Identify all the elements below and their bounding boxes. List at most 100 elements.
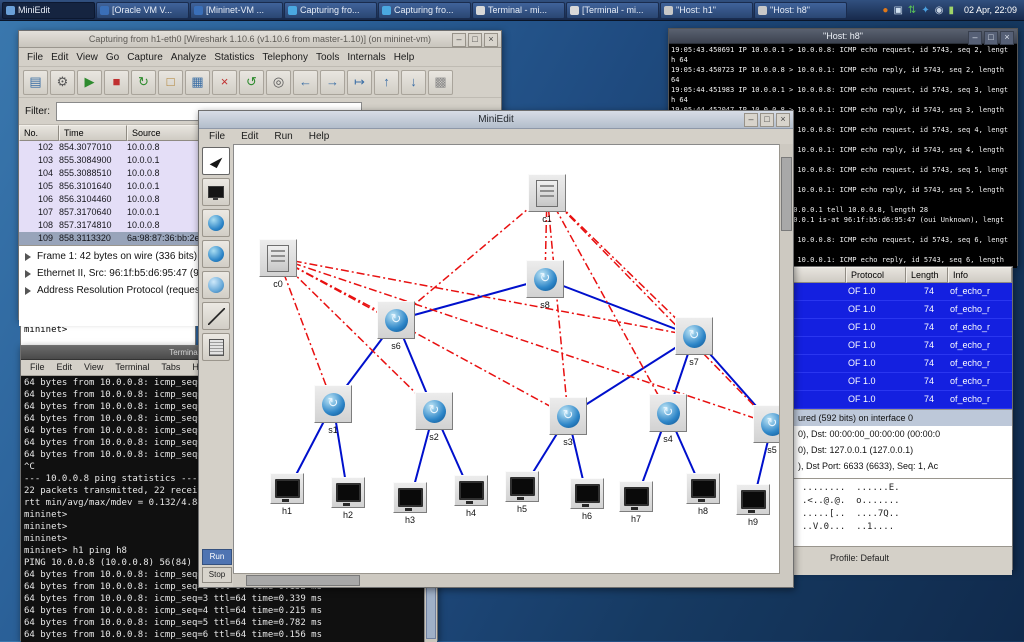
link-s8-s7[interactable] <box>544 278 695 337</box>
of-packet-row[interactable]: OF 1.0 74 of_echo_r <box>764 337 1012 355</box>
node-h4[interactable]: h4 <box>452 475 490 518</box>
menu-view[interactable]: View <box>78 360 109 375</box>
power-icon[interactable]: ▮ <box>948 5 954 16</box>
menu-terminal[interactable]: Terminal <box>109 360 155 375</box>
menu-edit[interactable]: Edit <box>233 129 266 145</box>
stop-capture-icon[interactable]: ■ <box>104 69 129 95</box>
node-c1[interactable]: c1 <box>528 174 566 224</box>
menu-internals[interactable]: Internals <box>343 49 389 66</box>
taskbar-item[interactable]: [Mininet-VM ... <box>190 1 283 19</box>
link-c1-s5[interactable] <box>546 192 773 425</box>
menu-file[interactable]: File <box>201 129 233 145</box>
topology-canvas[interactable]: c0 c1 s8 s6 s7 s1 s2 s3 s4 s5 h1 h2 h3 h4 h5 h6 h7 h8 h9 <box>233 144 782 574</box>
node-h1[interactable]: h1 <box>268 473 306 516</box>
menu-view[interactable]: View <box>72 49 102 66</box>
link-c0-s7[interactable] <box>277 257 695 337</box>
of-packet-row[interactable]: OF 1.0 74 of_echo_r <box>764 301 1012 319</box>
link-c1-s6[interactable] <box>395 192 548 321</box>
taskbar-item[interactable]: [Oracle VM V... <box>96 1 189 19</box>
save-file-icon[interactable]: ▦ <box>185 69 210 95</box>
column-header-info[interactable]: Info <box>948 267 1012 283</box>
bottom-icon[interactable]: ↓ <box>401 69 426 95</box>
close-file-icon[interactable]: × <box>212 69 237 95</box>
scrollbar-thumb[interactable] <box>781 157 792 231</box>
taskbar-item[interactable]: Capturing fro... <box>284 1 377 19</box>
taskbar-item[interactable]: Capturing fro... <box>378 1 471 19</box>
minimize-button[interactable]: – <box>968 31 982 45</box>
of-packet-row[interactable]: OF 1.0 74 of_echo_r <box>764 391 1012 409</box>
node-s2[interactable]: s2 <box>415 392 453 442</box>
link-c1-s7[interactable] <box>546 192 695 337</box>
netlink-tool[interactable] <box>202 302 230 330</box>
wireshark-titlebar[interactable]: Capturing from h1-eth0 [Wireshark 1.10.6… <box>19 31 501 48</box>
node-s3[interactable]: s3 <box>549 397 587 447</box>
node-h2[interactable]: h2 <box>329 477 367 520</box>
node-s6[interactable]: s6 <box>377 301 415 351</box>
menu-help[interactable]: Help <box>390 49 419 66</box>
of-detail-line[interactable]: ), Dst Port: 6633 (6633), Seq: 1, Ac <box>764 458 1012 474</box>
link-s6-s8[interactable] <box>395 278 546 321</box>
node-s8[interactable]: s8 <box>526 260 564 310</box>
capture-options-icon[interactable]: ⚙ <box>50 69 75 95</box>
start-capture-icon[interactable]: ▶ <box>77 69 102 95</box>
node-h6[interactable]: h6 <box>568 478 606 521</box>
maximize-button[interactable]: □ <box>468 33 482 47</box>
node-s7[interactable]: s7 <box>675 317 713 367</box>
column-header-protocol[interactable]: Protocol <box>846 267 906 283</box>
goto-icon[interactable]: ↦ <box>347 69 372 95</box>
list-interfaces-icon[interactable]: ▤ <box>23 69 48 95</box>
column-header-no[interactable]: No. <box>19 125 59 141</box>
display-icon[interactable]: ▣ <box>893 5 902 16</box>
menu-tabs[interactable]: Tabs <box>155 360 186 375</box>
network-icon[interactable]: ⇅ <box>908 5 916 16</box>
node-s4[interactable]: s4 <box>649 394 687 444</box>
host-h8-titlebar[interactable]: "Host: h8" – □ × <box>669 29 1017 45</box>
of-detail-line[interactable]: 0), Dst: 00:00:00_00:00:00 (00:00:0 <box>764 426 1012 442</box>
forward-icon[interactable]: → <box>320 69 345 95</box>
close-button[interactable]: × <box>776 113 790 127</box>
legacy-switch-tool[interactable] <box>202 240 230 268</box>
menu-run[interactable]: Run <box>266 129 300 145</box>
of-packet-row[interactable]: OF 1.0 74 of_echo_r <box>764 319 1012 337</box>
menu-help[interactable]: Help <box>301 129 338 145</box>
miniedit-titlebar[interactable]: MiniEdit – □ × <box>199 111 793 129</box>
menu-statistics[interactable]: Statistics <box>210 49 258 66</box>
minimize-button[interactable]: – <box>452 33 466 47</box>
maximize-button[interactable]: □ <box>760 113 774 127</box>
of-packet-row[interactable]: OF 1.0 74 of_echo_r <box>764 283 1012 301</box>
find-icon[interactable]: ◎ <box>266 69 291 95</box>
run-button[interactable]: Run <box>202 549 232 565</box>
host-tool[interactable] <box>202 178 230 206</box>
taskbar-item[interactable]: "Host: h1" <box>660 1 753 19</box>
menu-file[interactable]: File <box>23 49 47 66</box>
menu-telephony[interactable]: Telephony <box>258 49 312 66</box>
canvas-hscrollbar[interactable] <box>233 573 780 587</box>
node-c0[interactable]: c0 <box>259 239 297 289</box>
node-h7[interactable]: h7 <box>617 481 655 524</box>
minimize-button[interactable]: – <box>744 113 758 127</box>
menu-capture[interactable]: Capture <box>123 49 167 66</box>
node-h3[interactable]: h3 <box>391 482 429 525</box>
maximize-button[interactable]: □ <box>984 31 998 45</box>
notification-icon[interactable]: ● <box>882 5 888 16</box>
of-detail-line[interactable]: ured (592 bits) on interface 0 <box>764 410 1012 426</box>
top-icon[interactable]: ↑ <box>374 69 399 95</box>
node-s1[interactable]: s1 <box>314 385 352 435</box>
node-h9[interactable]: h9 <box>734 484 772 527</box>
taskbar-item[interactable]: "Host: h8" <box>754 1 847 19</box>
volume-icon[interactable]: ◉ <box>935 5 944 16</box>
column-header-length[interactable]: Length <box>906 267 948 283</box>
of-packet-row[interactable]: OF 1.0 74 of_echo_r <box>764 373 1012 391</box>
menu-tools[interactable]: Tools <box>312 49 343 66</box>
scrollbar-thumb[interactable] <box>246 575 360 586</box>
bluetooth-icon[interactable]: ✦ <box>921 5 929 16</box>
stop-button[interactable]: Stop <box>202 567 232 583</box>
open-file-icon[interactable]: □ <box>158 69 183 95</box>
menu-edit[interactable]: Edit <box>47 49 72 66</box>
restart-capture-icon[interactable]: ↻ <box>131 69 156 95</box>
node-s5[interactable]: s5 <box>753 405 781 455</box>
of-packet-row[interactable]: OF 1.0 74 of_echo_r <box>764 355 1012 373</box>
switch-tool[interactable] <box>202 209 230 237</box>
clock[interactable]: 02 Apr, 22:09 <box>964 5 1017 15</box>
canvas-vscrollbar[interactable] <box>779 144 793 574</box>
